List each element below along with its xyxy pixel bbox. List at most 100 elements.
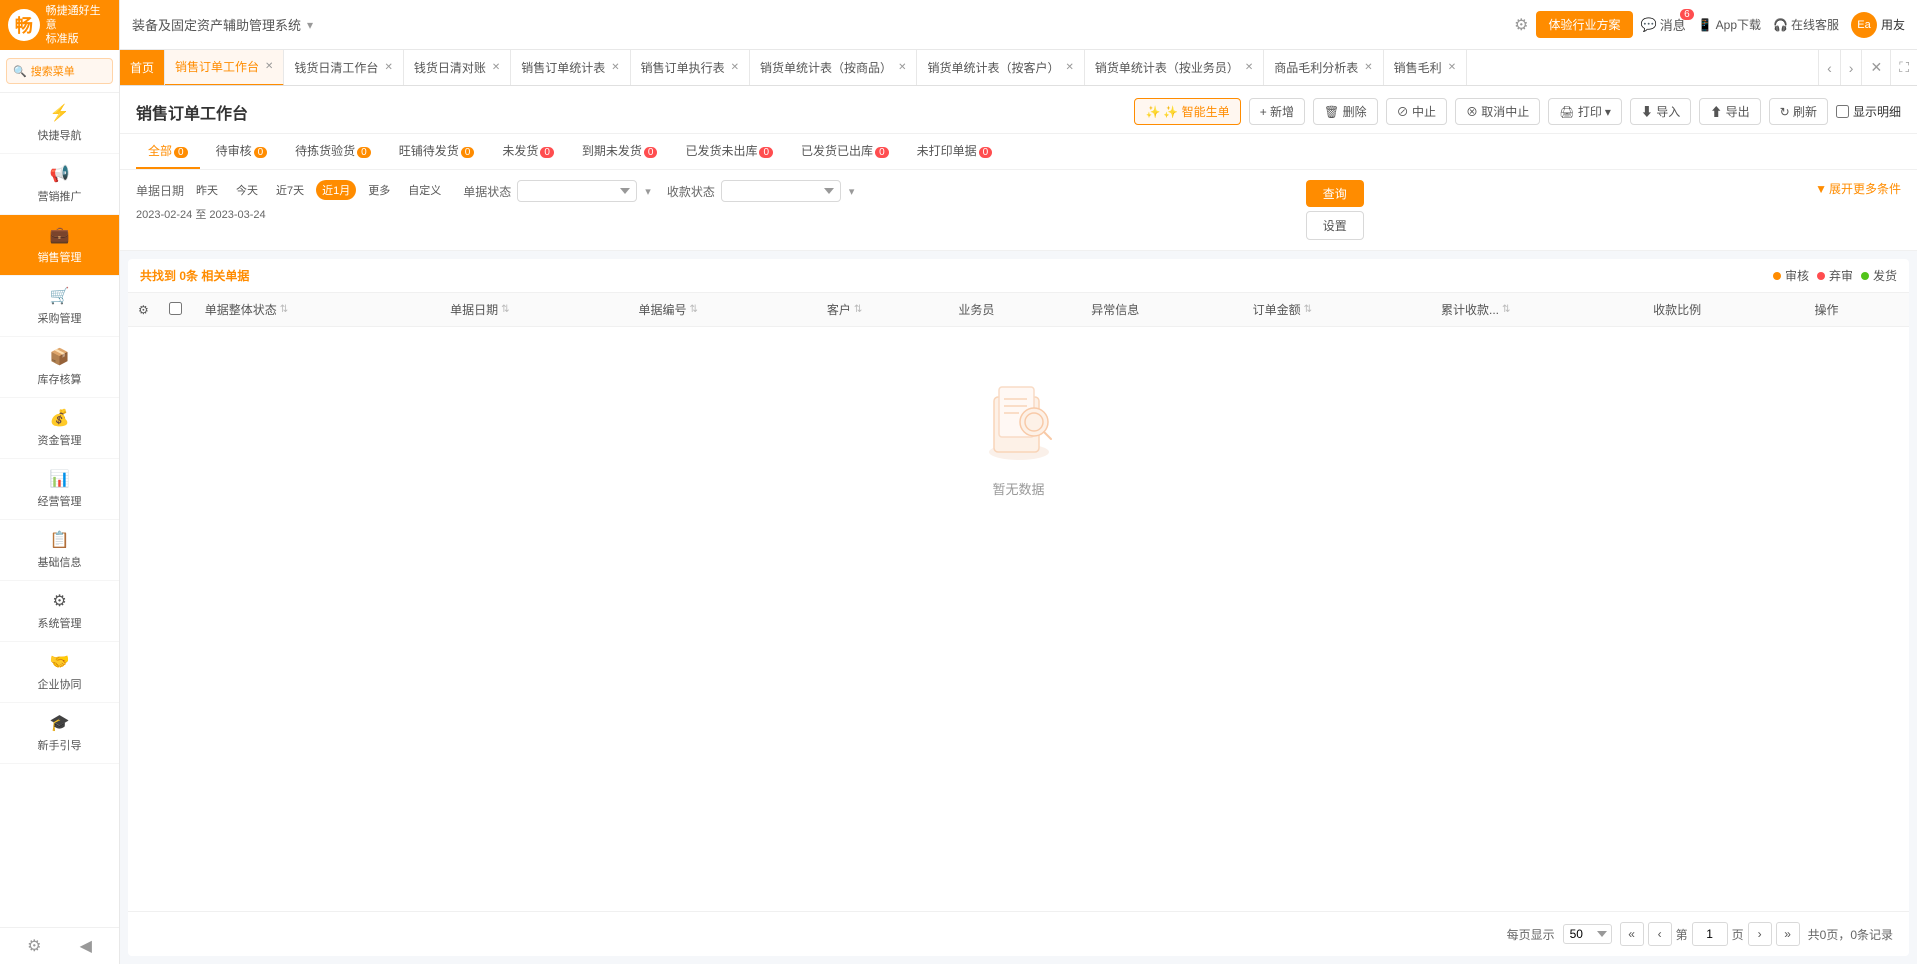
- smart-create-btn[interactable]: ✨ ✨ 智能生单: [1134, 98, 1240, 125]
- tab-close-cash-reconcile[interactable]: ✕: [492, 62, 500, 73]
- prev-page-btn[interactable]: ‹: [1648, 922, 1672, 946]
- tab-fullscreen-btn[interactable]: ⛶: [1890, 50, 1917, 86]
- experience-btn[interactable]: 体验行业方案: [1536, 11, 1632, 38]
- tab-cash-reconcile[interactable]: 钱货日清对账✕: [404, 50, 511, 86]
- last-page-btn[interactable]: »: [1776, 922, 1800, 946]
- subtab-pending-inspect[interactable]: 待拣货验货0: [283, 134, 383, 169]
- tab-close-sales-exec[interactable]: ✕: [731, 62, 739, 73]
- sidebar-item-guide[interactable]: 🎓新手引导: [0, 703, 119, 764]
- settings-icon[interactable]: ⚙: [27, 936, 41, 956]
- cancel-stop-btn[interactable]: ⊗ 取消中止: [1455, 98, 1540, 125]
- sidebar-item-sales[interactable]: 💼销售管理: [0, 215, 119, 276]
- query-btn[interactable]: 查询: [1306, 180, 1364, 207]
- tab-home[interactable]: 首页: [120, 50, 165, 86]
- date-option-今天[interactable]: 今天: [230, 180, 264, 200]
- delete-btn[interactable]: 🗑 删除: [1313, 98, 1378, 125]
- sidebar-item-basic-info[interactable]: 📋基础信息: [0, 520, 119, 581]
- subtab-wangpu-ship[interactable]: 旺铺待发货0: [387, 134, 487, 169]
- online-service-btn[interactable]: 🎧 在线客服: [1773, 16, 1839, 33]
- topbar-right: 💬 消息 6 📱 App下载 🎧 在线客服 Ea 用友: [1641, 12, 1906, 38]
- app-download-btn[interactable]: 📱 App下载: [1698, 16, 1761, 33]
- sidebar-item-operations[interactable]: 📊经营管理: [0, 459, 119, 520]
- empty-state: 暂无数据: [128, 327, 1909, 538]
- date-option-近1月[interactable]: 近1月: [316, 180, 356, 200]
- tab-sales-single-product[interactable]: 销货单统计表（按商品）✕: [750, 50, 917, 86]
- subtab-not-shipped[interactable]: 未发货0: [490, 134, 566, 169]
- show-detail-toggle[interactable]: 显示明细: [1836, 103, 1901, 120]
- subtab-overdue-ship[interactable]: 到期未发货0: [570, 134, 670, 169]
- subtab-pending-review[interactable]: 待审核0: [204, 134, 280, 169]
- page-size-select[interactable]: 10 20 50 100: [1563, 924, 1612, 944]
- select-all-checkbox[interactable]: [169, 302, 182, 315]
- next-page-btn[interactable]: ›: [1748, 922, 1772, 946]
- tab-next-btn[interactable]: ›: [1840, 50, 1862, 86]
- import-btn[interactable]: ⬇ 导入: [1630, 98, 1691, 125]
- ship-btn[interactable]: 发货: [1861, 267, 1897, 284]
- expand-filter-btn[interactable]: ▼ 展开更多条件: [1815, 180, 1901, 197]
- export-btn[interactable]: ⬆ 导出: [1699, 98, 1760, 125]
- tab-sales-single-staff[interactable]: 销货单统计表（按业务员）✕: [1085, 50, 1264, 86]
- review-btn[interactable]: 审核: [1773, 267, 1809, 284]
- message-icon: 💬: [1641, 17, 1657, 33]
- date-option-近7天[interactable]: 近7天: [270, 180, 310, 200]
- status-sort-btn[interactable]: 单据整体状态: [205, 301, 430, 318]
- column-config-icon[interactable]: ⚙: [138, 303, 149, 317]
- tab-gross-profit[interactable]: 商品毛利分析表✕: [1264, 50, 1383, 86]
- tab-prev-btn[interactable]: ‹: [1818, 50, 1840, 86]
- tab-close-gross-profit[interactable]: ✕: [1364, 62, 1372, 73]
- tab-sales-workbench[interactable]: 销售订单工作台✕: [165, 50, 284, 86]
- finance-icon: 💰: [50, 408, 70, 428]
- sidebar-item-finance[interactable]: 💰资金管理: [0, 398, 119, 459]
- tab-close-sales-single-product[interactable]: ✕: [898, 62, 906, 73]
- table-scroll[interactable]: ⚙ 单据整体状态 单据日期 单: [128, 293, 1909, 911]
- tab-close-all-btn[interactable]: ✕: [1861, 50, 1890, 86]
- date-option-更多[interactable]: 更多: [362, 180, 396, 200]
- sidebar-item-purchase[interactable]: 🛒采购管理: [0, 276, 119, 337]
- subtab-not-printed[interactable]: 未打印单据0: [905, 134, 1005, 169]
- first-page-btn[interactable]: «: [1620, 922, 1644, 946]
- tab-close-cash-daily[interactable]: ✕: [384, 62, 392, 73]
- tab-sales-profit[interactable]: 销售毛利✕: [1384, 50, 1467, 86]
- page-input[interactable]: [1692, 922, 1728, 946]
- customer-sort-btn[interactable]: 客户: [827, 301, 938, 318]
- sidebar-item-quick-nav[interactable]: ⚡快捷导航: [0, 93, 119, 154]
- date-option-自定义[interactable]: 自定义: [402, 180, 447, 200]
- cancel-review-btn[interactable]: 弃审: [1817, 267, 1853, 284]
- status-select[interactable]: [517, 180, 637, 202]
- topbar-dropdown-icon[interactable]: ▾: [307, 18, 313, 32]
- number-sort-btn[interactable]: 单据编号: [639, 301, 807, 318]
- tab-close-sales-workbench[interactable]: ✕: [265, 61, 273, 72]
- date-option-昨天[interactable]: 昨天: [190, 180, 224, 200]
- tab-close-sales-stats[interactable]: ✕: [611, 62, 619, 73]
- payment-select[interactable]: [721, 180, 841, 202]
- subtab-shipped-out[interactable]: 已发货已出库0: [789, 134, 901, 169]
- collapse-icon[interactable]: ◀: [80, 936, 92, 956]
- tab-close-sales-single-staff[interactable]: ✕: [1245, 62, 1253, 73]
- user-menu[interactable]: Ea 用友: [1851, 12, 1905, 38]
- subtab-all[interactable]: 全部0: [136, 134, 200, 169]
- stop-btn[interactable]: ⊘ 中止: [1386, 98, 1447, 125]
- tab-sales-exec[interactable]: 销售订单执行表✕: [631, 50, 750, 86]
- search-menu-button[interactable]: 🔍 搜索菜单: [6, 58, 113, 84]
- tab-sales-stats[interactable]: 销售订单统计表✕: [511, 50, 630, 86]
- collected-sort-btn[interactable]: 累计收款...: [1441, 301, 1633, 318]
- topbar-gear-icon[interactable]: ⚙: [1514, 15, 1528, 35]
- show-detail-checkbox[interactable]: [1836, 105, 1849, 118]
- purchase-icon: 🛒: [50, 286, 70, 306]
- sidebar-item-inventory[interactable]: 📦库存核算: [0, 337, 119, 398]
- amount-sort-btn[interactable]: 订单金额: [1253, 301, 1421, 318]
- subtab-shipped-not-out[interactable]: 已发货未出库0: [673, 134, 785, 169]
- setting-btn[interactable]: 设置: [1306, 211, 1364, 240]
- print-btn[interactable]: 🖨 打印 ▾: [1548, 98, 1622, 125]
- add-btn[interactable]: + 新增: [1249, 98, 1305, 125]
- sidebar-item-marketing[interactable]: 📢营销推广: [0, 154, 119, 215]
- tab-close-sales-profit[interactable]: ✕: [1448, 62, 1456, 73]
- sidebar-item-system[interactable]: ⚙系统管理: [0, 581, 119, 642]
- sidebar-item-cooperation[interactable]: 🤝企业协同: [0, 642, 119, 703]
- date-sort-btn[interactable]: 单据日期: [450, 301, 618, 318]
- tab-cash-daily[interactable]: 钱货日清工作台✕: [284, 50, 403, 86]
- tab-close-sales-single-customer[interactable]: ✕: [1065, 62, 1073, 73]
- messages-btn[interactable]: 💬 消息 6: [1641, 15, 1686, 34]
- refresh-btn[interactable]: ↻ 刷新: [1769, 98, 1828, 125]
- tab-sales-single-customer[interactable]: 销货单统计表（按客户）✕: [917, 50, 1084, 86]
